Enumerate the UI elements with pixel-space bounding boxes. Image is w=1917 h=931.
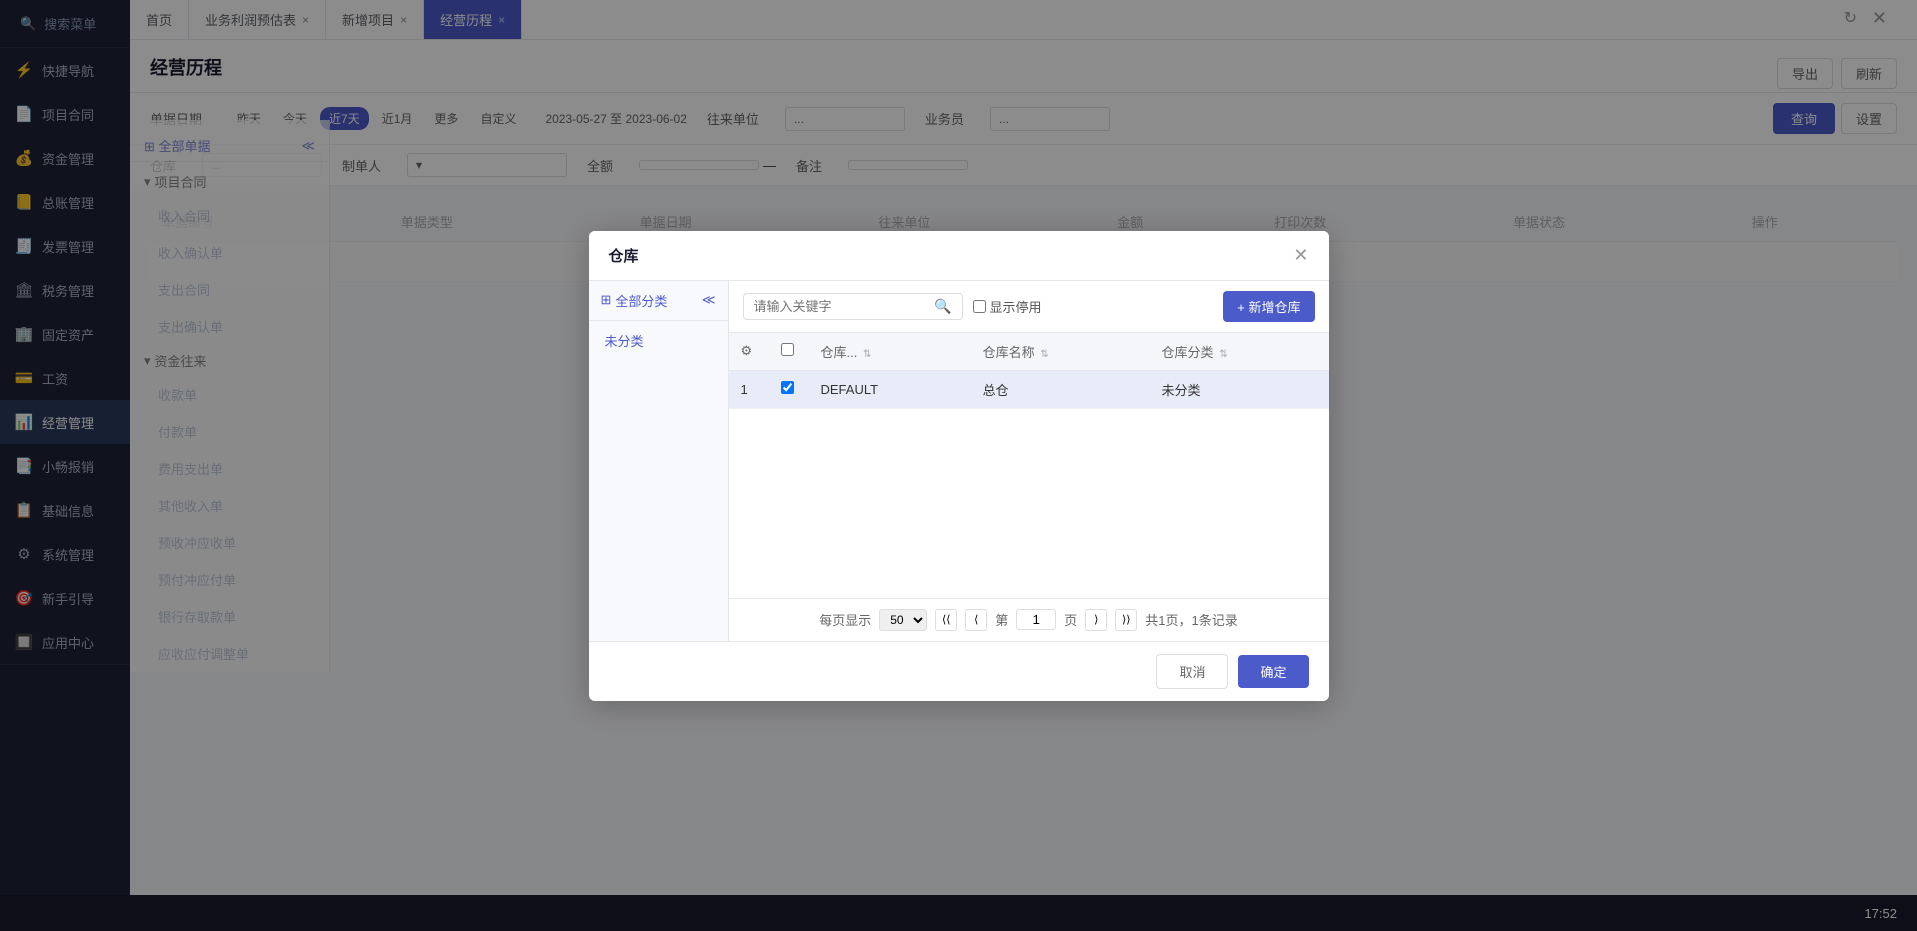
col-warehouse-code: 仓库... ⇅ [809, 333, 971, 371]
modal-sidebar-item-label: 未分类 [605, 334, 644, 349]
modal-page-input[interactable] [1016, 609, 1056, 630]
modal-sidebar-collapse-icon[interactable]: ≪ [702, 292, 716, 308]
modal-sidebar: ⊞ 全部分类 ≪ 未分类 [589, 281, 729, 641]
row-code: DEFAULT [809, 370, 971, 408]
warehouse-modal: 仓库 ✕ ⊞ 全部分类 ≪ 未分类 🔍 [589, 231, 1329, 701]
modal-table-wrap: ⚙ 仓库... ⇅ 仓库名称 ⇅ [729, 333, 1329, 598]
modal-sidebar-header[interactable]: ⊞ 全部分类 ≪ [589, 281, 728, 321]
modal-sidebar-uncategorized[interactable]: 未分类 [589, 321, 728, 360]
modal-table: ⚙ 仓库... ⇅ 仓库名称 ⇅ [729, 333, 1329, 409]
table-row[interactable]: 1 DEFAULT 总仓 未分类 [729, 370, 1329, 408]
search-box: 🔍 [743, 293, 963, 320]
modal-page-after: 页 [1064, 610, 1077, 629]
search-icon: 🔍 [934, 298, 951, 315]
search-input[interactable] [754, 299, 931, 314]
show-disabled-checkbox[interactable] [973, 300, 986, 313]
col-checkbox-header [769, 333, 809, 371]
col-warehouse-category-label: 仓库分类 [1162, 345, 1214, 360]
show-disabled-label[interactable]: 显示停用 [973, 297, 1042, 316]
show-disabled-text: 显示停用 [990, 297, 1042, 316]
col-warehouse-code-label: 仓库... [821, 345, 858, 360]
col-warehouse-name: 仓库名称 ⇅ [971, 333, 1150, 371]
modal-main: 🔍 显示停用 + 新增仓库 ⚙ [729, 281, 1329, 641]
modal-next-page-btn[interactable]: ⟩ [1085, 609, 1107, 631]
modal-page-before: 第 [995, 610, 1008, 629]
grid-icon: ⊞ [601, 292, 612, 308]
modal-sidebar-header-label: 全部分类 [615, 291, 667, 310]
modal-title: 仓库 [609, 245, 639, 266]
modal-body: ⊞ 全部分类 ≪ 未分类 🔍 显示停用 + 新增仓库 [589, 281, 1329, 641]
add-warehouse-btn[interactable]: + 新增仓库 [1223, 291, 1314, 322]
col-settings-icon: ⚙ [741, 343, 753, 358]
col-warehouse-category: 仓库分类 ⇅ [1150, 333, 1329, 371]
row-category: 未分类 [1150, 370, 1329, 408]
confirm-btn[interactable]: 确定 [1238, 655, 1308, 688]
row-checkbox-cell [769, 370, 809, 408]
sort-icon-name: ⇅ [1040, 349, 1048, 360]
modal-last-page-btn[interactable]: ⟩⟩ [1115, 609, 1137, 631]
modal-actions: 取消 确定 [589, 641, 1329, 701]
row-name: 总仓 [971, 370, 1150, 408]
modal-total-text: 共1页，1条记录 [1145, 610, 1237, 629]
modal-per-page-select[interactable]: 50 [879, 609, 927, 631]
modal-per-page-label: 每页显示 [819, 610, 871, 629]
modal-first-page-btn[interactable]: ⟨⟨ [935, 609, 957, 631]
sort-icon-code: ⇅ [863, 349, 871, 360]
cancel-btn[interactable]: 取消 [1156, 654, 1228, 689]
sort-icon-category: ⇅ [1219, 349, 1227, 360]
col-settings: ⚙ [729, 333, 769, 371]
row-id: 1 [729, 370, 769, 408]
modal-pagination: 每页显示 50 ⟨⟨ ⟨ 第 页 ⟩ ⟩⟩ 共1页，1条记录 [729, 598, 1329, 641]
modal-prev-page-btn[interactable]: ⟨ [965, 609, 987, 631]
row-checkbox[interactable] [781, 381, 794, 394]
col-warehouse-name-label: 仓库名称 [983, 345, 1035, 360]
modal-header: 仓库 ✕ [589, 231, 1329, 281]
modal-close-btn[interactable]: ✕ [1293, 245, 1308, 266]
select-all-checkbox[interactable] [781, 343, 794, 356]
modal-toolbar: 🔍 显示停用 + 新增仓库 [729, 281, 1329, 333]
